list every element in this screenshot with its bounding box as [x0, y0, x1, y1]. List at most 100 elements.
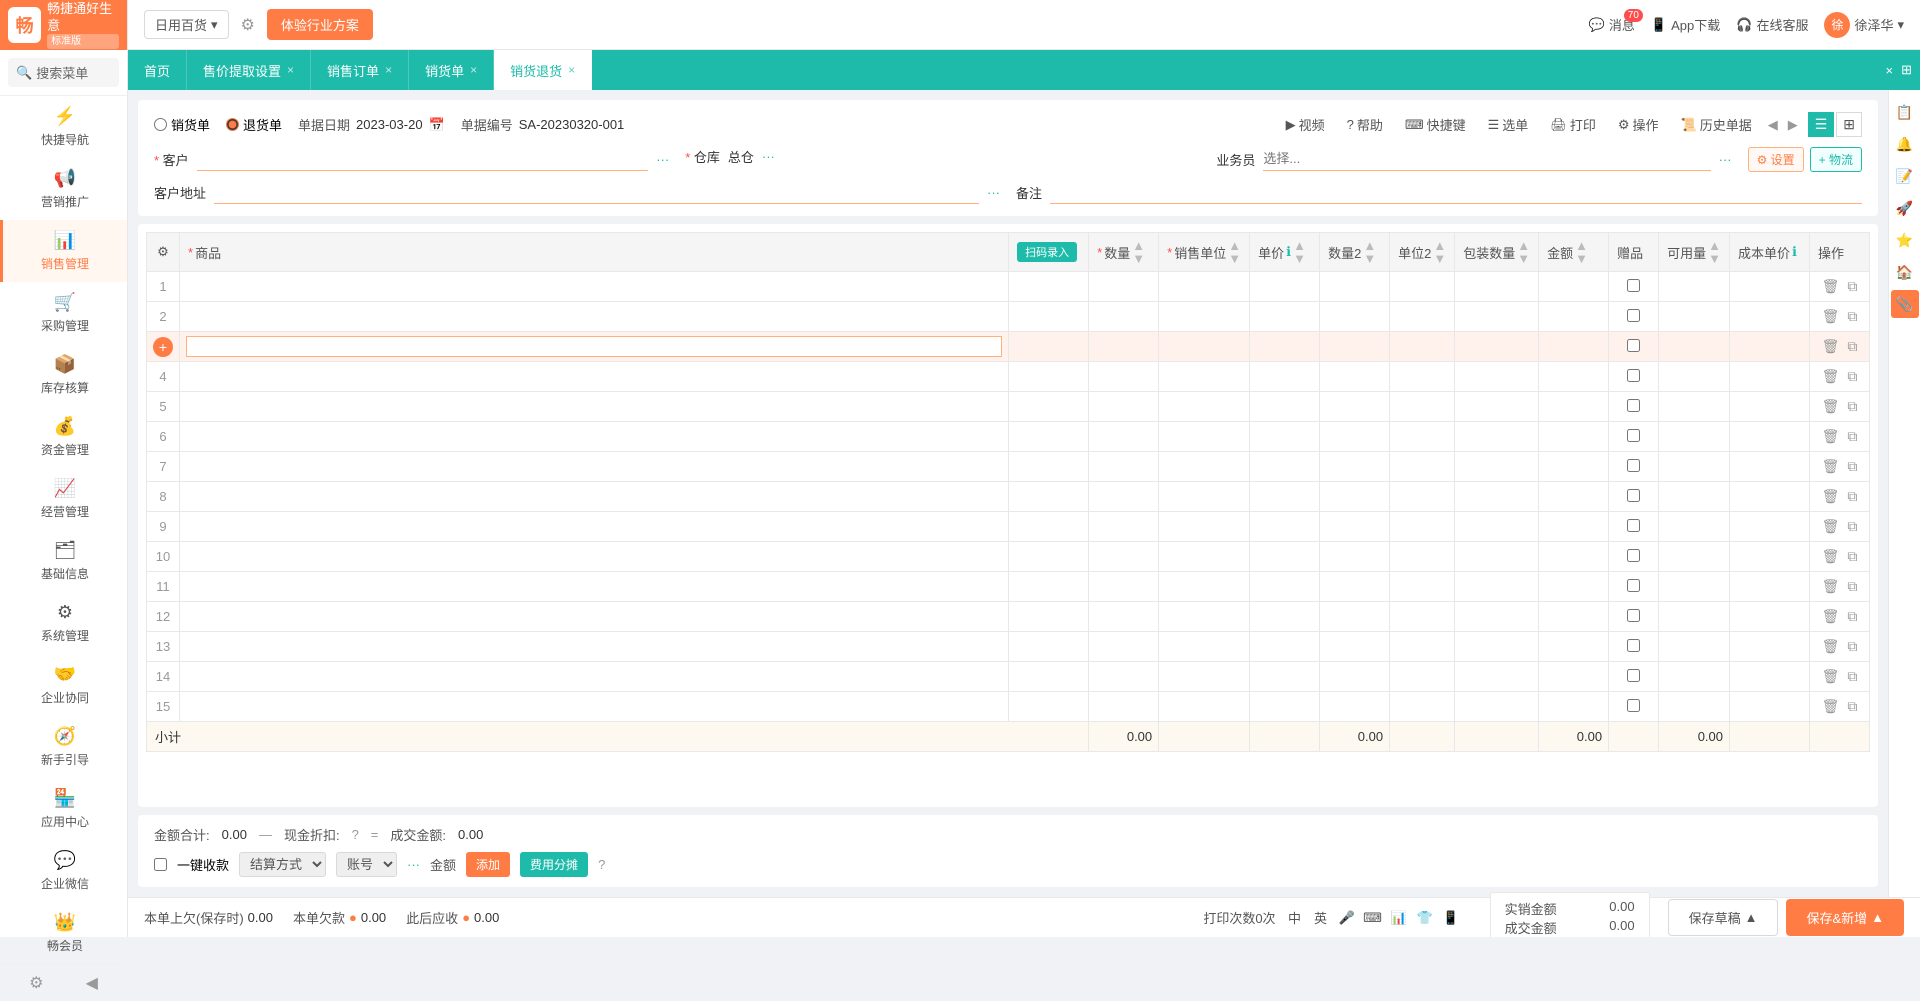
tab-price-settings[interactable]: 售价提取设置 × [187, 50, 311, 90]
nav-selector[interactable]: 日用百货 ▾ [144, 10, 229, 39]
row1-quantity[interactable] [1089, 272, 1159, 302]
row4-quantity[interactable] [1089, 362, 1159, 392]
row8-gift-checkbox[interactable] [1627, 489, 1640, 502]
row15-gift-checkbox[interactable] [1627, 699, 1640, 712]
right-toolbar-btn-2[interactable]: 🔔 [1891, 130, 1919, 158]
cost-price-help-icon[interactable]: ℹ [1792, 244, 1797, 260]
return-type-radio[interactable]: 退货单 [226, 115, 282, 134]
unit-price-help-icon[interactable]: ℹ [1286, 244, 1291, 260]
address-dots[interactable]: ··· [987, 185, 1000, 200]
row4-package-qty[interactable] [1455, 362, 1539, 392]
sidebar-appstore[interactable]: 🏪 应用中心 [0, 778, 127, 840]
row1-available[interactable] [1659, 272, 1730, 302]
video-btn[interactable]: ▶ 视频 [1280, 112, 1331, 137]
sidebar-wechat[interactable]: 💬 企业微信 [0, 840, 127, 902]
row5-copy-btn[interactable]: ⧉ [1845, 396, 1859, 417]
row1-sales-unit[interactable] [1159, 272, 1250, 302]
grid-view-btn[interactable]: ⊞ [1836, 112, 1862, 137]
tab-sales[interactable]: 销货单 × [409, 50, 494, 90]
row3-package-qty[interactable] [1455, 332, 1539, 362]
row1-qty2[interactable] [1320, 272, 1390, 302]
row7-copy-btn[interactable]: ⧉ [1845, 456, 1859, 477]
payment-help-icon[interactable]: ? [598, 857, 605, 872]
row13-gift-checkbox[interactable] [1627, 639, 1640, 652]
row4-unit-price[interactable] [1250, 362, 1320, 392]
right-toolbar-btn-5[interactable]: ⭐ [1891, 226, 1919, 254]
row1-unit2[interactable] [1390, 272, 1455, 302]
row9-copy-btn[interactable]: ⧉ [1845, 516, 1859, 537]
row2-product[interactable] [180, 302, 1009, 332]
row9-gift-checkbox[interactable] [1627, 519, 1640, 532]
tab-home[interactable]: 首页 [128, 50, 187, 90]
row2-available[interactable] [1659, 302, 1730, 332]
row10-gift-checkbox[interactable] [1627, 549, 1640, 562]
row6-gift-checkbox[interactable] [1627, 429, 1640, 442]
row2-package-qty[interactable] [1455, 302, 1539, 332]
tab-sales-order[interactable]: 销售订单 × [311, 50, 409, 90]
settings-btn[interactable]: ⚙ 设置 [1748, 147, 1804, 172]
one-click-payment-checkbox[interactable] [154, 858, 167, 871]
row3-unit-price[interactable] [1250, 332, 1320, 362]
row6-delete-btn[interactable]: 🗑 [1820, 426, 1842, 447]
price-sort-arrows[interactable]: ▲▼ [1293, 239, 1306, 265]
row3-cost-price[interactable] [1730, 332, 1810, 362]
sidebar-guide[interactable]: 🧭 新手引导 [0, 716, 127, 778]
row12-delete-btn[interactable]: 🗑 [1820, 606, 1842, 627]
online-service-btn[interactable]: 🎧 在线客服 [1736, 15, 1808, 34]
row1-cost-price[interactable] [1730, 272, 1810, 302]
row3-sales-unit[interactable] [1159, 332, 1250, 362]
t-icon-5[interactable]: 📊 [1388, 907, 1410, 929]
row2-amount[interactable] [1539, 302, 1609, 332]
tab-sales-return[interactable]: 销货退货 × [494, 50, 592, 90]
row11-gift-checkbox[interactable] [1627, 579, 1640, 592]
row8-copy-btn[interactable]: ⧉ [1845, 486, 1859, 507]
row1-gift[interactable] [1609, 272, 1659, 302]
message-btn[interactable]: 💬 消息 70 [1589, 15, 1635, 34]
next-btn[interactable]: ▶ [1788, 117, 1798, 133]
discount-help-icon[interactable]: ? [352, 827, 359, 842]
address-input[interactable] [214, 180, 979, 204]
row1-amount[interactable] [1539, 272, 1609, 302]
row3-amount[interactable] [1539, 332, 1609, 362]
account-dots[interactable]: ··· [407, 857, 420, 872]
customer-input[interactable] [197, 147, 649, 171]
row2-sales-unit[interactable] [1159, 302, 1250, 332]
row2-unit2[interactable] [1390, 302, 1455, 332]
row12-copy-btn[interactable]: ⧉ [1845, 606, 1859, 627]
salesperson-input[interactable] [1263, 147, 1710, 171]
row3-available[interactable] [1659, 332, 1730, 362]
row1-product[interactable] [180, 272, 1009, 302]
salesperson-dots[interactable]: ··· [1719, 152, 1732, 167]
tab-sales-return-close[interactable]: × [568, 63, 575, 77]
sales-type-radio[interactable]: 销货单 [154, 115, 210, 134]
search-menu-button[interactable]: 🔍 搜索菜单 [8, 58, 119, 87]
row5-delete-btn[interactable]: 🗑 [1820, 396, 1842, 417]
th-settings[interactable]: ⚙ [147, 233, 180, 272]
row4-amount[interactable] [1539, 362, 1609, 392]
row8-delete-btn[interactable]: 🗑 [1820, 486, 1842, 507]
row13-copy-btn[interactable]: ⧉ [1845, 636, 1859, 657]
row3-quantity[interactable] [1089, 332, 1159, 362]
row1-copy-btn[interactable]: ⧉ [1845, 276, 1859, 297]
expand-icon[interactable]: ⊞ [1901, 62, 1912, 78]
prev-btn[interactable]: ◀ [1768, 117, 1778, 133]
t-icon-1[interactable]: 中 [1284, 907, 1306, 929]
tab-sales-close[interactable]: × [470, 63, 477, 77]
row15-delete-btn[interactable]: 🗑 [1820, 696, 1842, 717]
topbar-settings-icon[interactable]: ⚙ [241, 15, 255, 35]
shortcut-btn[interactable]: ⌨ 快捷键 [1399, 112, 1472, 137]
customer-dots[interactable]: ··· [656, 152, 669, 167]
right-toolbar-btn-7[interactable]: 📎 [1891, 290, 1919, 318]
row4-sales-unit[interactable] [1159, 362, 1250, 392]
row3-unit2[interactable] [1390, 332, 1455, 362]
row14-gift-checkbox[interactable] [1627, 669, 1640, 682]
row2-gift[interactable] [1609, 302, 1659, 332]
pkg-sort-arrows[interactable]: ▲▼ [1517, 239, 1530, 265]
row3-gift[interactable] [1609, 332, 1659, 362]
sales-radio-input[interactable] [154, 118, 167, 131]
t-icon-4[interactable]: ⌨ [1362, 907, 1384, 929]
avail-sort-arrows[interactable]: ▲▼ [1708, 239, 1721, 265]
user-info[interactable]: 徐 徐泽华 ▾ [1824, 12, 1904, 38]
save-draft-btn[interactable]: 保存草稿 ▲ [1668, 899, 1779, 936]
select-btn[interactable]: ☰ 选单 [1482, 112, 1535, 137]
